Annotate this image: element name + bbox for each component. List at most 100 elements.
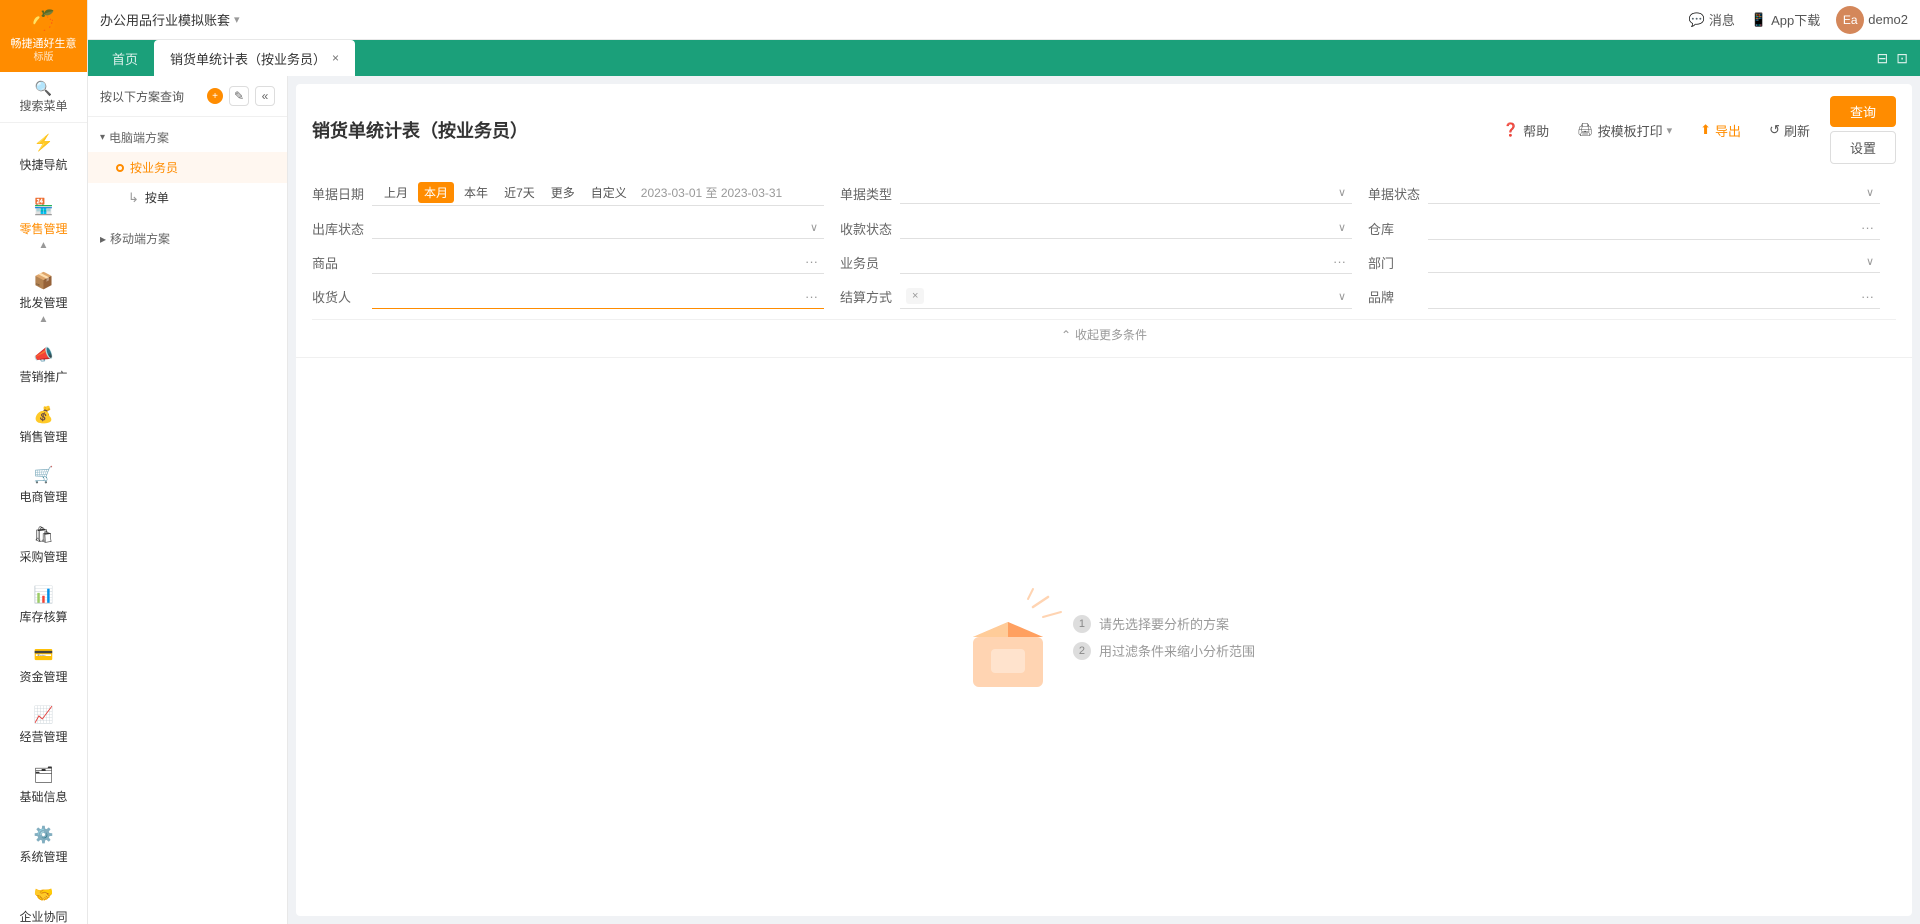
print-icon: 🖨 <box>1577 122 1594 138</box>
salesperson-label: 业务员 <box>840 253 892 272</box>
date-more[interactable]: 更多 <box>545 182 581 203</box>
filter-dept: 部门 ∨ <box>1368 251 1896 273</box>
brand-select[interactable]: ··· <box>1428 285 1880 309</box>
sidebar-item-purchase[interactable]: 🛍 采购管理 <box>0 515 87 575</box>
brand-label: 品牌 <box>1368 287 1420 306</box>
settlement-arrow: ∨ <box>1338 290 1346 303</box>
sidebar-item-shortcut[interactable]: ⚡ 快捷导航 <box>0 123 87 183</box>
out-status-select[interactable]: ∨ <box>372 217 824 239</box>
sidebar-search[interactable]: 🔍 搜索菜单 <box>0 72 87 123</box>
tab-maximize-icon[interactable]: ⊡ <box>1896 50 1908 67</box>
consignee-input[interactable]: ··· <box>372 285 824 309</box>
sidebar-item-marketing[interactable]: 📣 营销推广 <box>0 335 87 395</box>
page-title-text: 销货单统计表（按业务员） <box>312 121 528 141</box>
filter-salesperson: 业务员 ··· <box>840 250 1368 274</box>
filter-settlement: 结算方式 × ∨ <box>840 284 1368 309</box>
tab-home[interactable]: 首页 <box>96 40 154 76</box>
refresh-label: 刷新 <box>1784 121 1810 140</box>
filter-warehouse: 仓库 ··· <box>1368 216 1896 240</box>
consignee-dots: ··· <box>805 289 818 304</box>
sidebar-shortcut-label: 快捷导航 <box>19 156 67 173</box>
date-this-year[interactable]: 本年 <box>458 182 494 203</box>
pc-group-triangle: ▾ <box>100 132 105 143</box>
query-btn[interactable]: 查询 <box>1830 96 1896 127</box>
help-label: 帮助 <box>1523 121 1549 140</box>
sidebar-item-collab[interactable]: 🤝 企业协同 <box>0 875 87 924</box>
sidebar-item-inventory[interactable]: 📊 库存核算 <box>0 575 87 635</box>
date-last-month[interactable]: 上月 <box>378 182 414 203</box>
mobile-group-triangle: ▸ <box>100 232 106 246</box>
date-custom[interactable]: 自定义 <box>585 182 633 203</box>
page-title-row: 销货单统计表（按业务员） ❓ 帮助 🖨 按模板打印 ▾ ⬆ 导出 <box>296 84 1912 172</box>
user-profile[interactable]: Ea demo2 <box>1836 6 1908 34</box>
add-scheme-btn[interactable]: + <box>207 88 223 104</box>
collapse-panel-btn[interactable]: « <box>255 86 275 106</box>
topbar-right: 💬 消息 📱 App下载 Ea demo2 <box>1689 6 1908 34</box>
edit-scheme-btn[interactable]: ✎ <box>229 86 249 106</box>
collapse-label: 收起更多条件 <box>1075 326 1147 343</box>
pc-scheme-section: ▾ 电脑端方案 按业务员 ↳ 按单 <box>88 117 287 218</box>
sidebar-item-system[interactable]: ⚙️ 系统管理 <box>0 815 87 875</box>
sidebar-item-basic[interactable]: 🗂 基础信息 <box>0 755 87 815</box>
sidebar-item-finance[interactable]: 💳 资金管理 <box>0 635 87 695</box>
salesperson-select[interactable]: ··· <box>900 250 1352 274</box>
step-2-label: 用过滤条件来缩小分析范围 <box>1099 641 1255 660</box>
left-panel: 按以下方案查询 + ✎ « ▾ 电脑端方案 按业务员 <box>88 76 288 924</box>
collapse-panel-icon: « <box>262 89 269 103</box>
message-btn[interactable]: 💬 消息 <box>1689 10 1735 29</box>
settings-btn[interactable]: 设置 <box>1830 131 1896 164</box>
sidebar-item-sales[interactable]: 💰 销售管理 <box>0 395 87 455</box>
message-label: 消息 <box>1709 10 1735 29</box>
sidebar-search-label: 搜索菜单 <box>6 97 81 114</box>
settlement-select[interactable]: × ∨ <box>900 284 1352 309</box>
filter-doc-status: 单据状态 ∨ <box>1368 182 1896 204</box>
filter-out-status: 出库状态 ∨ <box>312 217 840 239</box>
doc-type-select[interactable]: ∨ <box>900 182 1352 204</box>
workspace-selector[interactable]: 办公用品行业模拟账套 ▾ <box>100 10 240 29</box>
empty-svg <box>953 587 1063 697</box>
sidebar-item-retail[interactable]: 🏪 零售管理 ▲ <box>0 187 87 261</box>
settlement-tag-close[interactable]: × <box>912 290 918 302</box>
step-num-1: 1 <box>1073 615 1091 633</box>
sidebar-sales-label: 销售管理 <box>19 428 67 445</box>
scheme-by-order[interactable]: ↳ 按单 <box>88 183 287 212</box>
out-status-label: 出库状态 <box>312 219 364 238</box>
tab-right-icons: ⊟ ⊡ <box>1877 50 1912 67</box>
refresh-btn[interactable]: ↺ 刷新 <box>1761 117 1818 144</box>
warehouse-select[interactable]: ··· <box>1428 216 1880 240</box>
scheme-salesperson[interactable]: 按业务员 <box>88 152 287 183</box>
doc-status-select[interactable]: ∨ <box>1428 182 1880 204</box>
warehouse-dots: ··· <box>1861 220 1874 235</box>
app-download-icon: 📱 <box>1751 12 1767 28</box>
app-download-btn[interactable]: 📱 App下载 <box>1751 10 1820 29</box>
sidebar-item-ecommerce[interactable]: 🛒 电商管理 <box>0 455 87 515</box>
tab-close-icon[interactable]: × <box>332 51 339 65</box>
pay-status-select[interactable]: ∨ <box>900 217 1352 239</box>
user-name: demo2 <box>1868 12 1908 27</box>
logo-sublabel: 标版 <box>4 51 83 64</box>
date-7days[interactable]: 近7天 <box>498 182 541 203</box>
tab-minimize-icon[interactable]: ⊟ <box>1877 50 1889 67</box>
logo[interactable]: 🍊 畅捷通好生意 标版 <box>0 0 87 72</box>
export-btn[interactable]: ⬆ 导出 <box>1692 117 1749 144</box>
print-btn[interactable]: 🖨 按模板打印 ▾ <box>1569 117 1680 144</box>
filter-row-1: 单据日期 上月 本月 本年 近7天 更多 自定义 2023-03-01 至 20… <box>312 180 1896 206</box>
dept-arrow: ∨ <box>1866 255 1874 268</box>
empty-state: 1 请先选择要分析的方案 2 用过滤条件来缩小分析范围 <box>296 358 1912 916</box>
collapse-icon: ⌃ <box>1061 328 1071 342</box>
sidebar-item-wholesale[interactable]: 📦 批发管理 ▲ <box>0 261 87 335</box>
collapse-filters-btn[interactable]: ⌃ 收起更多条件 <box>312 319 1896 349</box>
sidebar-item-operation[interactable]: 📈 经营管理 <box>0 695 87 755</box>
step-num-2: 2 <box>1073 642 1091 660</box>
date-label: 单据日期 <box>312 184 364 203</box>
mobile-scheme-group[interactable]: ▸ 移动端方案 <box>88 224 287 253</box>
pc-scheme-group[interactable]: ▾ 电脑端方案 <box>88 123 287 152</box>
brand-dots: ··· <box>1861 289 1874 304</box>
dept-select[interactable]: ∨ <box>1428 251 1880 273</box>
sidebar-inventory-label: 库存核算 <box>19 608 67 625</box>
help-btn[interactable]: ❓ 帮助 <box>1495 117 1557 144</box>
tab-salereport[interactable]: 销货单统计表（按业务员） × <box>154 40 355 76</box>
date-this-month[interactable]: 本月 <box>418 182 454 203</box>
goods-select[interactable]: ··· <box>372 250 824 274</box>
logo-text: 畅捷通好生意 <box>11 38 77 50</box>
